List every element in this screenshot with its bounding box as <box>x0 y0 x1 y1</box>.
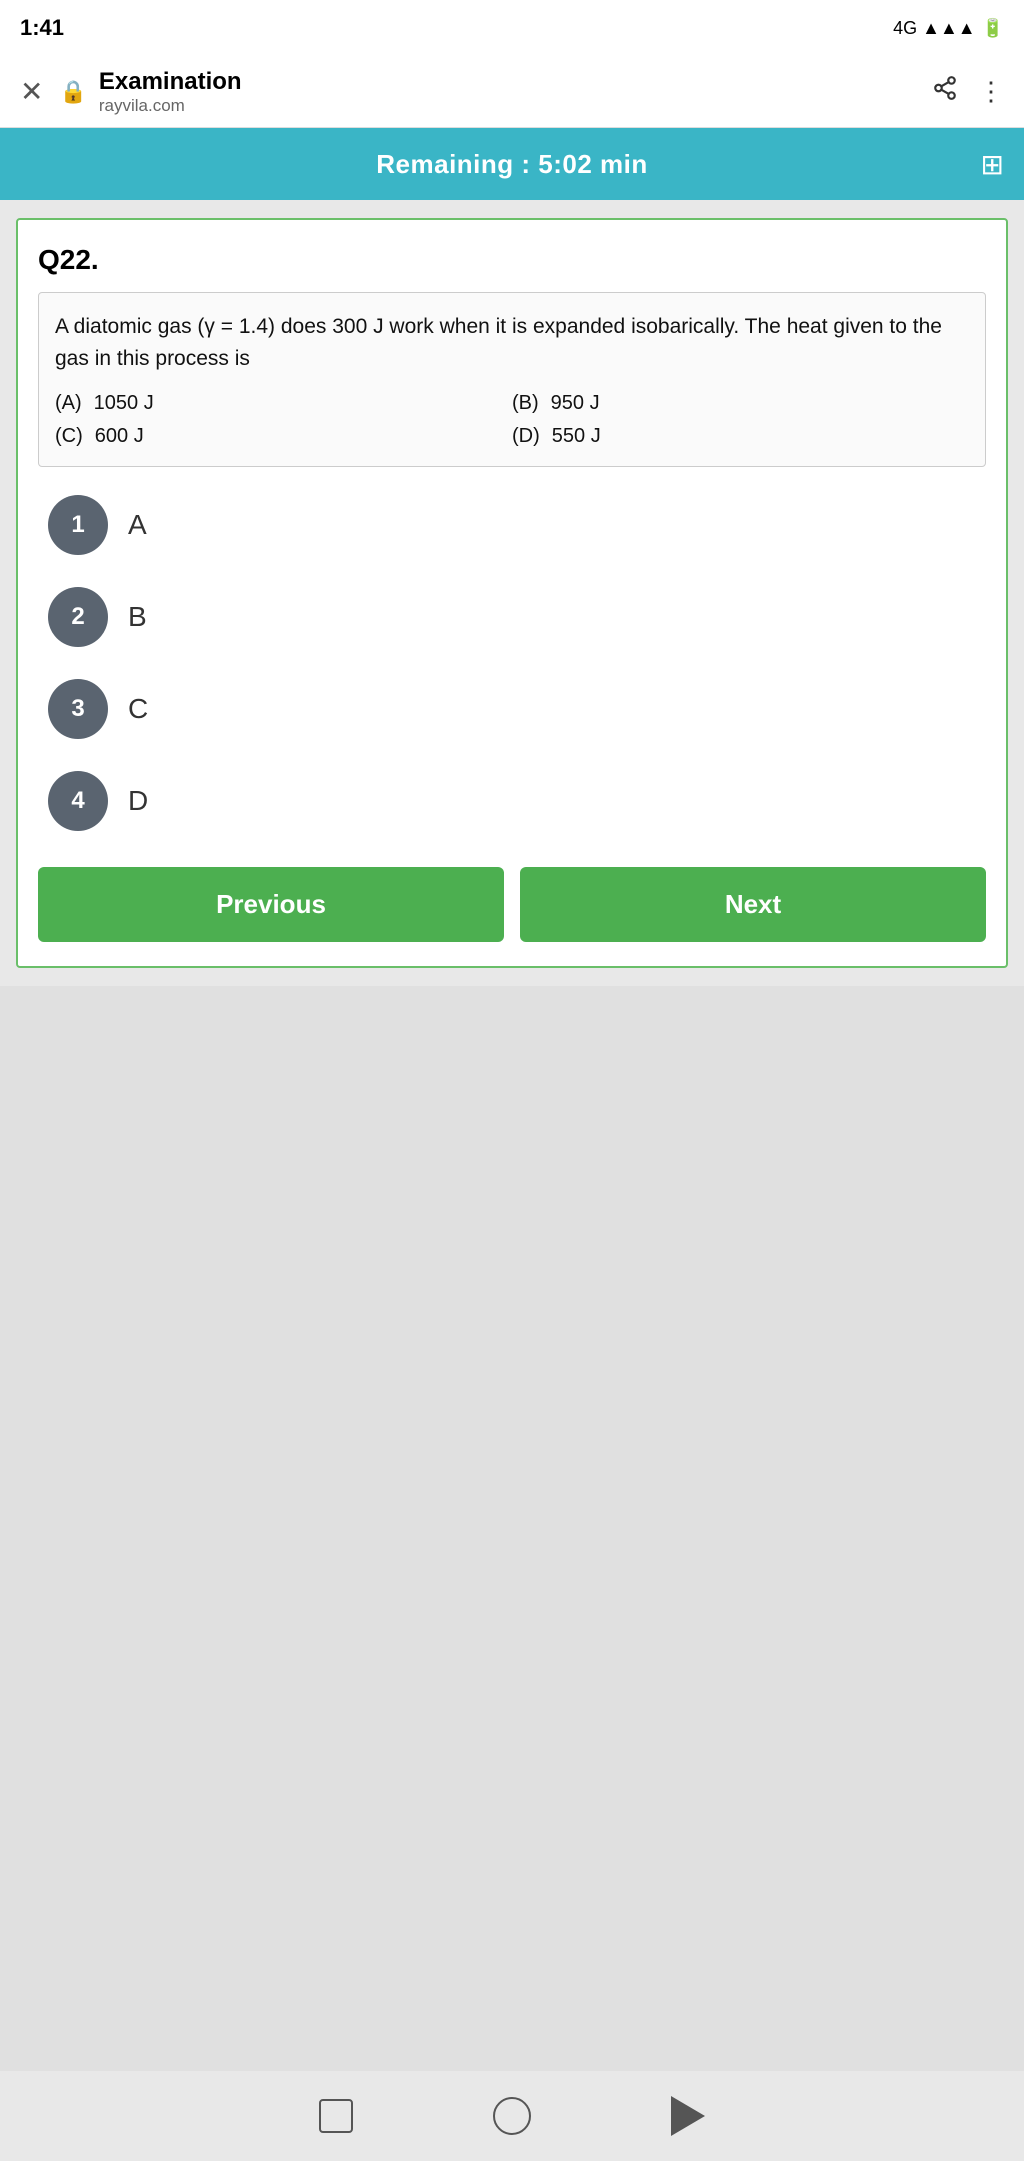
timer-bar: Remaining : 5:02 min ⊞ <box>0 128 1024 200</box>
status-icons: 4G ▲▲▲ 🔋 <box>893 18 1004 39</box>
status-bar: 1:41 4G ▲▲▲ 🔋 <box>0 0 1024 56</box>
answer-circle-1: 1 <box>48 495 108 555</box>
option-a-value: 1050 J <box>94 392 154 415</box>
option-c-value: 600 J <box>95 425 144 448</box>
question-text: A diatomic gas (γ = 1.4) does 300 J work… <box>55 311 969 374</box>
answer-letter-3: C <box>128 693 148 725</box>
next-button[interactable]: Next <box>520 867 986 942</box>
grid-icon[interactable]: ⊞ <box>981 148 1004 181</box>
option-b-label: (B) <box>512 392 539 415</box>
answer-number-3: 3 <box>71 695 84 723</box>
browser-bar: ✕ 🔒 Examination rayvila.com ⋮ <box>0 56 1024 128</box>
option-c: (C) 600 J <box>55 425 512 448</box>
lock-icon: 🔒 <box>59 79 86 105</box>
option-b: (B) 950 J <box>512 392 969 415</box>
option-c-label: (C) <box>55 425 83 448</box>
answer-row-3[interactable]: 3 C <box>48 679 986 739</box>
browser-title-block: Examination rayvila.com <box>99 68 932 116</box>
option-d-label: (D) <box>512 425 540 448</box>
android-square-button[interactable] <box>319 2099 353 2133</box>
nav-buttons: Previous Next <box>38 867 986 942</box>
answer-row-4[interactable]: 4 D <box>48 771 986 831</box>
option-d-value: 550 J <box>552 425 601 448</box>
answer-number-4: 4 <box>71 787 84 815</box>
content-card: Q22. A diatomic gas (γ = 1.4) does 300 J… <box>16 218 1008 968</box>
option-d: (D) 550 J <box>512 425 969 448</box>
answer-number-1: 1 <box>71 511 84 539</box>
close-icon[interactable]: ✕ <box>20 75 43 108</box>
more-options-icon[interactable]: ⋮ <box>978 76 1004 107</box>
option-b-value: 950 J <box>551 392 600 415</box>
answer-circle-2: 2 <box>48 587 108 647</box>
bottom-area <box>0 986 1024 2071</box>
answer-choices: 1 A 2 B 3 C 4 D <box>38 495 986 831</box>
answer-circle-4: 4 <box>48 771 108 831</box>
answer-letter-2: B <box>128 601 147 633</box>
battery-icon: 🔋 <box>982 18 1004 39</box>
browser-title: Examination <box>99 68 932 96</box>
android-home-button[interactable] <box>493 2097 531 2135</box>
answer-number-2: 2 <box>71 603 84 631</box>
answer-circle-3: 3 <box>48 679 108 739</box>
option-a: (A) 1050 J <box>55 392 512 415</box>
timer-text: Remaining : 5:02 min <box>376 149 648 180</box>
previous-button[interactable]: Previous <box>38 867 504 942</box>
question-box: A diatomic gas (γ = 1.4) does 300 J work… <box>38 292 986 467</box>
answer-letter-1: A <box>128 509 147 541</box>
android-back-button[interactable] <box>671 2096 705 2136</box>
answer-row-1[interactable]: 1 A <box>48 495 986 555</box>
question-number: Q22. <box>38 244 986 276</box>
answer-letter-4: D <box>128 785 148 817</box>
answer-row-2[interactable]: 2 B <box>48 587 986 647</box>
android-nav <box>0 2071 1024 2161</box>
browser-actions: ⋮ <box>932 75 1004 108</box>
option-a-label: (A) <box>55 392 82 415</box>
options-grid: (A) 1050 J (B) 950 J (C) 600 J (D) 550 J <box>55 392 969 448</box>
status-time: 1:41 <box>20 15 64 41</box>
signal-icon: 4G ▲▲▲ <box>893 18 975 39</box>
share-icon[interactable] <box>932 75 958 108</box>
browser-url: rayvila.com <box>99 96 932 116</box>
